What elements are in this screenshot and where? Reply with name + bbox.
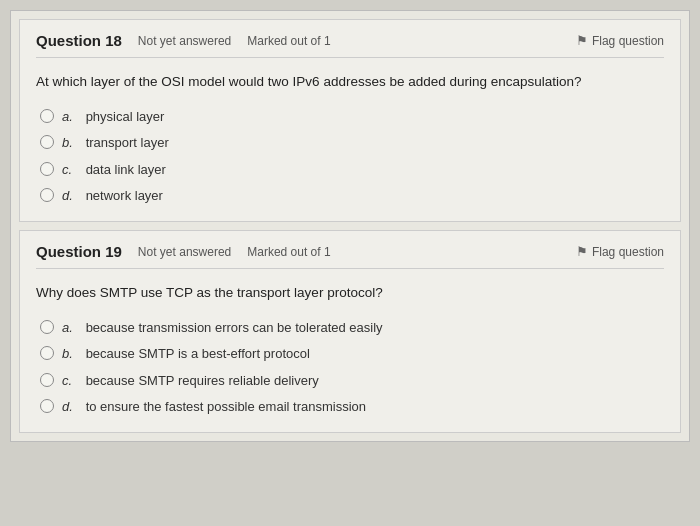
question-18-options: a. physical layer b. transport layer c. … [36,108,664,205]
question-19-status: Not yet answered [138,245,231,259]
option-19-d-radio[interactable] [40,399,54,413]
question-19-title: Question 19 [36,243,122,260]
option-18-d-radio[interactable] [40,188,54,202]
flag-question-19-label: Flag question [592,245,664,259]
option-19-c-radio[interactable] [40,373,54,387]
question-block-18: Question 18 Not yet answered Marked out … [19,19,681,222]
option-18-c-text: data link layer [86,162,166,177]
question-18-title: Question 18 [36,32,122,49]
option-18-a-text: physical layer [86,109,165,124]
option-18-b-radio[interactable] [40,135,54,149]
option-19-c-letter: c. [62,372,78,390]
option-19-c[interactable]: c. because SMTP requires reliable delive… [40,372,664,390]
question-19-text: Why does SMTP use TCP as the transport l… [36,283,664,303]
option-18-c[interactable]: c. data link layer [40,161,664,179]
option-18-b-letter: b. [62,134,78,152]
question-18-marked: Marked out of 1 [247,34,330,48]
option-18-b-text: transport layer [86,135,169,150]
option-19-d[interactable]: d. to ensure the fastest possible email … [40,398,664,416]
option-18-a-letter: a. [62,108,78,126]
flag-question-18-button[interactable]: ⚑ Flag question [576,33,664,48]
question-18-text: At which layer of the OSI model would tw… [36,72,664,92]
option-18-d-letter: d. [62,187,78,205]
option-19-a[interactable]: a. because transmission errors can be to… [40,319,664,337]
question-block-19: Question 19 Not yet answered Marked out … [19,230,681,433]
option-19-b[interactable]: b. because SMTP is a best-effort protoco… [40,345,664,363]
question-18-header: Question 18 Not yet answered Marked out … [36,32,664,58]
option-19-a-label: a. because transmission errors can be to… [62,319,383,337]
question-19-marked: Marked out of 1 [247,245,330,259]
option-19-b-label: b. because SMTP is a best-effort protoco… [62,345,310,363]
option-19-b-radio[interactable] [40,346,54,360]
option-18-b[interactable]: b. transport layer [40,134,664,152]
option-18-a-radio[interactable] [40,109,54,123]
option-18-d[interactable]: d. network layer [40,187,664,205]
option-18-d-text: network layer [86,188,163,203]
flag-icon-19: ⚑ [576,244,588,259]
option-18-c-label: c. data link layer [62,161,166,179]
option-19-d-text: to ensure the fastest possible email tra… [86,399,366,414]
question-19-header: Question 19 Not yet answered Marked out … [36,243,664,269]
option-18-b-label: b. transport layer [62,134,169,152]
page-wrapper: Question 18 Not yet answered Marked out … [10,10,690,442]
option-18-c-radio[interactable] [40,162,54,176]
option-18-d-label: d. network layer [62,187,163,205]
question-18-status: Not yet answered [138,34,231,48]
flag-icon-18: ⚑ [576,33,588,48]
option-19-b-text: because SMTP is a best-effort protocol [86,346,310,361]
option-18-c-letter: c. [62,161,78,179]
question-19-options: a. because transmission errors can be to… [36,319,664,416]
option-18-a[interactable]: a. physical layer [40,108,664,126]
option-19-a-radio[interactable] [40,320,54,334]
option-19-a-text: because transmission errors can be toler… [86,320,383,335]
option-19-a-letter: a. [62,319,78,337]
flag-question-18-label: Flag question [592,34,664,48]
option-19-c-text: because SMTP requires reliable delivery [86,373,319,388]
flag-question-19-button[interactable]: ⚑ Flag question [576,244,664,259]
option-18-a-label: a. physical layer [62,108,164,126]
option-19-d-letter: d. [62,398,78,416]
option-19-b-letter: b. [62,345,78,363]
option-19-c-label: c. because SMTP requires reliable delive… [62,372,319,390]
option-19-d-label: d. to ensure the fastest possible email … [62,398,366,416]
